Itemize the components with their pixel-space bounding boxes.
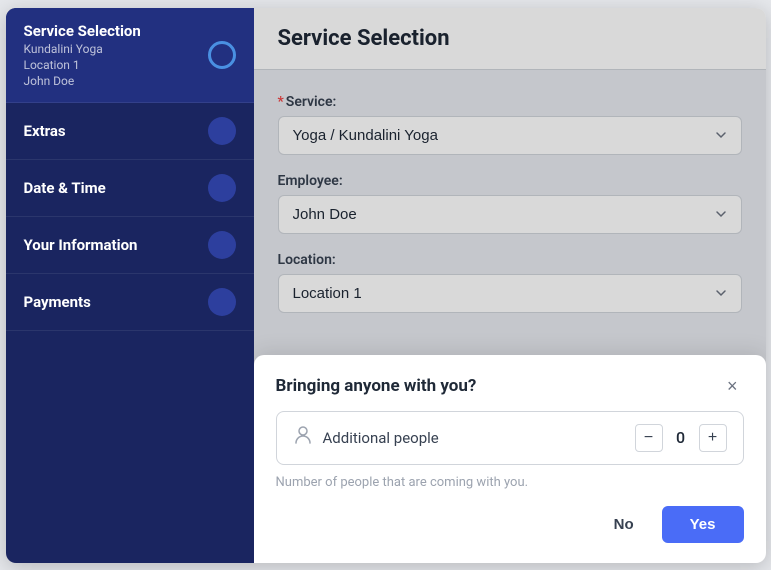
sidebar-item-label: Payments xyxy=(24,293,91,311)
sidebar-item-label: Your Information xyxy=(24,236,138,254)
step-icon xyxy=(208,174,236,202)
dialog-title: Bringing anyone with you? xyxy=(276,376,477,396)
sidebar-item-label: Service Selection xyxy=(24,22,141,40)
step-icon xyxy=(208,288,236,316)
step-icon xyxy=(208,117,236,145)
sidebar-item-your-information[interactable]: Your Information xyxy=(6,217,254,274)
sidebar-item-sub2: Location 1 xyxy=(24,58,141,72)
dialog-overlay: Bringing anyone with you? × Additional p… xyxy=(254,8,766,563)
counter-value: 0 xyxy=(671,428,691,447)
sidebar-item-sub1: Kundalini Yoga xyxy=(24,42,141,56)
step-icon xyxy=(208,231,236,259)
additional-people-row: Additional people − 0 + xyxy=(276,411,744,465)
sidebar: Service Selection Kundalini Yoga Locatio… xyxy=(6,8,254,563)
people-counter: − 0 + xyxy=(635,424,727,452)
active-step-icon xyxy=(208,41,236,69)
sidebar-item-date-time[interactable]: Date & Time xyxy=(6,160,254,217)
no-button[interactable]: No xyxy=(598,508,650,541)
additional-people-label: Additional people xyxy=(323,429,439,447)
dialog-actions: No Yes xyxy=(276,506,744,543)
yes-button[interactable]: Yes xyxy=(662,506,744,543)
increment-button[interactable]: + xyxy=(699,424,727,452)
decrement-button[interactable]: − xyxy=(635,424,663,452)
bringing-anyone-dialog: Bringing anyone with you? × Additional p… xyxy=(254,355,766,563)
sidebar-item-label: Extras xyxy=(24,122,66,140)
sidebar-item-service-selection[interactable]: Service Selection Kundalini Yoga Locatio… xyxy=(6,8,254,103)
sidebar-item-extras[interactable]: Extras xyxy=(6,103,254,160)
dialog-hint: Number of people that are coming with yo… xyxy=(276,475,744,490)
person-icon xyxy=(293,425,313,450)
sidebar-item-sub3: John Doe xyxy=(24,74,141,88)
main-content: Service Selection *Service: Yoga / Kunda… xyxy=(254,8,766,563)
dialog-header: Bringing anyone with you? × xyxy=(276,375,744,397)
dialog-close-button[interactable]: × xyxy=(721,375,744,397)
sidebar-item-payments[interactable]: Payments xyxy=(6,274,254,331)
sidebar-item-label: Date & Time xyxy=(24,179,106,197)
